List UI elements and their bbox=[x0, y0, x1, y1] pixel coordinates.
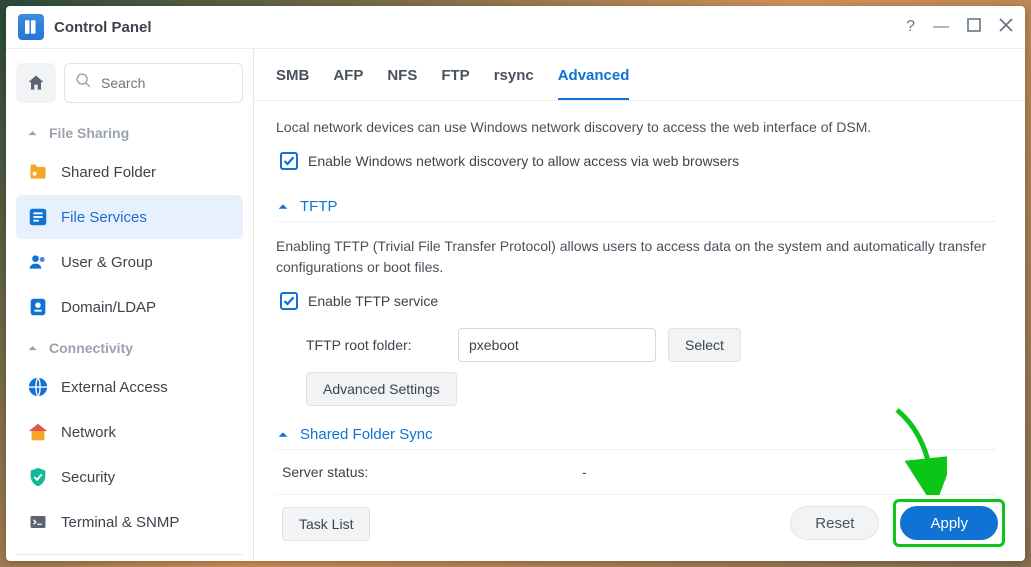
sidebar-item-label: Network bbox=[61, 424, 116, 441]
titlebar: Control Panel ? — bbox=[6, 6, 1025, 49]
section-connectivity[interactable]: Connectivity bbox=[16, 330, 243, 364]
sidebar-item-terminal-snmp[interactable]: Terminal & SNMP bbox=[16, 500, 243, 544]
globe-icon bbox=[26, 375, 50, 399]
sidebar-item-label: External Access bbox=[61, 379, 168, 396]
tab-bar: SMB AFP NFS FTP rsync Advanced bbox=[254, 49, 1025, 101]
advanced-settings-button[interactable]: Advanced Settings bbox=[306, 372, 457, 406]
chevron-up-icon bbox=[26, 127, 39, 140]
badge-icon bbox=[26, 295, 50, 319]
sidebar: File Sharing Shared Folder File Services… bbox=[6, 49, 254, 561]
sidebar-item-label: Domain/LDAP bbox=[61, 299, 156, 316]
section-label: Connectivity bbox=[49, 340, 133, 356]
section-label: File Sharing bbox=[49, 125, 129, 141]
chevron-up-icon bbox=[276, 428, 290, 442]
app-icon bbox=[18, 14, 44, 40]
tftp-description: Enabling TFTP (Trivial File Transfer Pro… bbox=[276, 236, 995, 278]
sidebar-item-network[interactable]: Network bbox=[16, 410, 243, 454]
folder-icon bbox=[26, 160, 50, 184]
tab-rsync[interactable]: rsync bbox=[494, 67, 534, 100]
window-title: Control Panel bbox=[54, 19, 152, 36]
group-head-shared-folder-sync[interactable]: Shared Folder Sync bbox=[276, 416, 995, 450]
tab-smb[interactable]: SMB bbox=[276, 67, 309, 100]
file-icon bbox=[26, 205, 50, 229]
server-status-value: - bbox=[582, 464, 587, 480]
group-title: Shared Folder Sync bbox=[300, 426, 433, 443]
group-head-tftp[interactable]: TFTP bbox=[276, 188, 995, 222]
close-icon[interactable] bbox=[999, 18, 1013, 36]
tab-advanced[interactable]: Advanced bbox=[558, 67, 630, 100]
tab-nfs[interactable]: NFS bbox=[387, 67, 417, 100]
minimize-icon[interactable]: — bbox=[933, 19, 949, 35]
sidebar-item-security[interactable]: Security bbox=[16, 455, 243, 499]
section-file-sharing[interactable]: File Sharing bbox=[16, 115, 243, 149]
checkbox-label: Enable TFTP service bbox=[308, 293, 438, 309]
check-icon bbox=[283, 155, 295, 167]
help-icon[interactable]: ? bbox=[906, 19, 915, 35]
tab-afp[interactable]: AFP bbox=[333, 67, 363, 100]
checkbox-ws-discovery[interactable] bbox=[280, 152, 298, 170]
server-status-label: Server status: bbox=[282, 464, 582, 480]
content-pane: SMB AFP NFS FTP rsync Advanced Local net… bbox=[254, 49, 1025, 561]
sidebar-item-shared-folder[interactable]: Shared Folder bbox=[16, 150, 243, 194]
sidebar-item-label: User & Group bbox=[61, 254, 153, 271]
shield-icon bbox=[26, 465, 50, 489]
sidebar-item-label: Terminal & SNMP bbox=[61, 514, 179, 531]
sidebar-item-label: Security bbox=[61, 469, 115, 486]
house-icon bbox=[26, 420, 50, 444]
tftp-root-label: TFTP root folder: bbox=[306, 337, 446, 353]
checkbox-enable-tftp[interactable] bbox=[280, 292, 298, 310]
search-icon bbox=[75, 72, 92, 94]
checkbox-label: Enable Windows network discovery to allo… bbox=[308, 153, 739, 169]
terminal-icon bbox=[26, 510, 50, 534]
users-icon bbox=[26, 250, 50, 274]
apply-button-highlight: Apply bbox=[893, 499, 1005, 547]
sidebar-item-domain-ldap[interactable]: Domain/LDAP bbox=[16, 285, 243, 329]
maximize-icon[interactable] bbox=[967, 18, 981, 36]
sidebar-item-file-services[interactable]: File Services bbox=[16, 195, 243, 239]
section-system[interactable]: System bbox=[16, 555, 243, 561]
home-button[interactable] bbox=[16, 63, 56, 103]
sidebar-item-external-access[interactable]: External Access bbox=[16, 365, 243, 409]
chevron-up-icon bbox=[26, 342, 39, 355]
select-button[interactable]: Select bbox=[668, 328, 741, 362]
tftp-root-input[interactable] bbox=[458, 328, 656, 362]
sidebar-item-user-group[interactable]: User & Group bbox=[16, 240, 243, 284]
control-panel-window: Control Panel ? — bbox=[6, 6, 1025, 561]
apply-button[interactable]: Apply bbox=[900, 506, 998, 540]
home-icon bbox=[26, 73, 46, 93]
chevron-up-icon bbox=[276, 200, 290, 214]
reset-button[interactable]: Reset bbox=[790, 506, 879, 540]
ws-dc-description: Local network devices can use Windows ne… bbox=[276, 117, 995, 138]
task-list-button[interactable]: Task List bbox=[282, 507, 370, 541]
sidebar-item-label: File Services bbox=[61, 209, 147, 226]
check-icon bbox=[283, 295, 295, 307]
group-title: TFTP bbox=[300, 198, 338, 215]
tab-ftp[interactable]: FTP bbox=[441, 67, 469, 100]
sidebar-item-label: Shared Folder bbox=[61, 164, 156, 181]
